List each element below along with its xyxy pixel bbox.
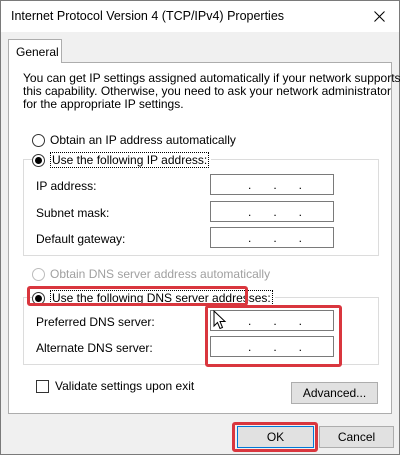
radio-button[interactable] (32, 153, 45, 167)
title-bar: Internet Protocol Version 4 (TCP/IPv4) P… (1, 1, 399, 32)
close-icon (373, 11, 385, 22)
alternate-dns-label: Alternate DNS server: (36, 341, 153, 355)
close-button[interactable] (359, 1, 399, 32)
tab-general[interactable]: General (8, 39, 62, 63)
ip-address-label: IP address: (36, 179, 97, 193)
ip-dot: . (298, 204, 302, 219)
cancel-button[interactable]: Cancel (319, 426, 394, 448)
obtain-dns-auto-radio[interactable]: Obtain DNS server address automatically (32, 267, 270, 281)
checkbox-square[interactable] (36, 379, 49, 393)
tab-general-label: General (16, 45, 59, 59)
mouse-cursor-icon (213, 310, 227, 330)
default-gateway-label: Default gateway: (36, 232, 126, 246)
ip-address-input[interactable]: ... (210, 174, 334, 195)
ip-dot: . (247, 230, 252, 245)
intro-text: You can get IP settings assigned automat… (23, 72, 400, 111)
ip-dot: . (273, 177, 277, 192)
subnet-mask-input[interactable]: ... (210, 201, 334, 222)
radio-button[interactable] (32, 267, 45, 281)
preferred-dns-label: Preferred DNS server: (36, 315, 155, 329)
obtain-dns-auto-label: Obtain DNS server address automatically (50, 267, 271, 281)
ok-button-highlight (232, 422, 318, 452)
ip-dot: . (247, 177, 252, 192)
default-gateway-input[interactable]: ... (210, 227, 334, 248)
window-title: Internet Protocol Version 4 (TCP/IPv4) P… (11, 9, 285, 23)
obtain-ip-auto-radio[interactable]: Obtain an IP address automatically (32, 133, 236, 147)
radio-button[interactable] (32, 133, 45, 147)
use-following-ip-label: Use the following IP address: (50, 152, 210, 168)
ip-dot: . (298, 230, 302, 245)
subnet-mask-label: Subnet mask: (36, 206, 110, 220)
obtain-ip-auto-label: Obtain an IP address automatically (50, 133, 236, 147)
dns-radio-highlight (27, 286, 248, 306)
ip-dot: . (273, 230, 277, 245)
advanced-button[interactable]: Advanced... (291, 382, 378, 404)
properties-dialog: Internet Protocol Version 4 (TCP/IPv4) P… (0, 0, 400, 455)
ip-dot: . (298, 177, 302, 192)
use-following-ip-radio[interactable]: Use the following IP address: (32, 152, 212, 168)
validate-settings-checkbox[interactable]: Validate settings upon exit (36, 379, 194, 393)
ip-dot: . (247, 204, 252, 219)
validate-settings-label: Validate settings upon exit (55, 379, 195, 393)
ip-dot: . (273, 204, 277, 219)
intro-line: for the appropriate IP settings. (23, 97, 184, 111)
